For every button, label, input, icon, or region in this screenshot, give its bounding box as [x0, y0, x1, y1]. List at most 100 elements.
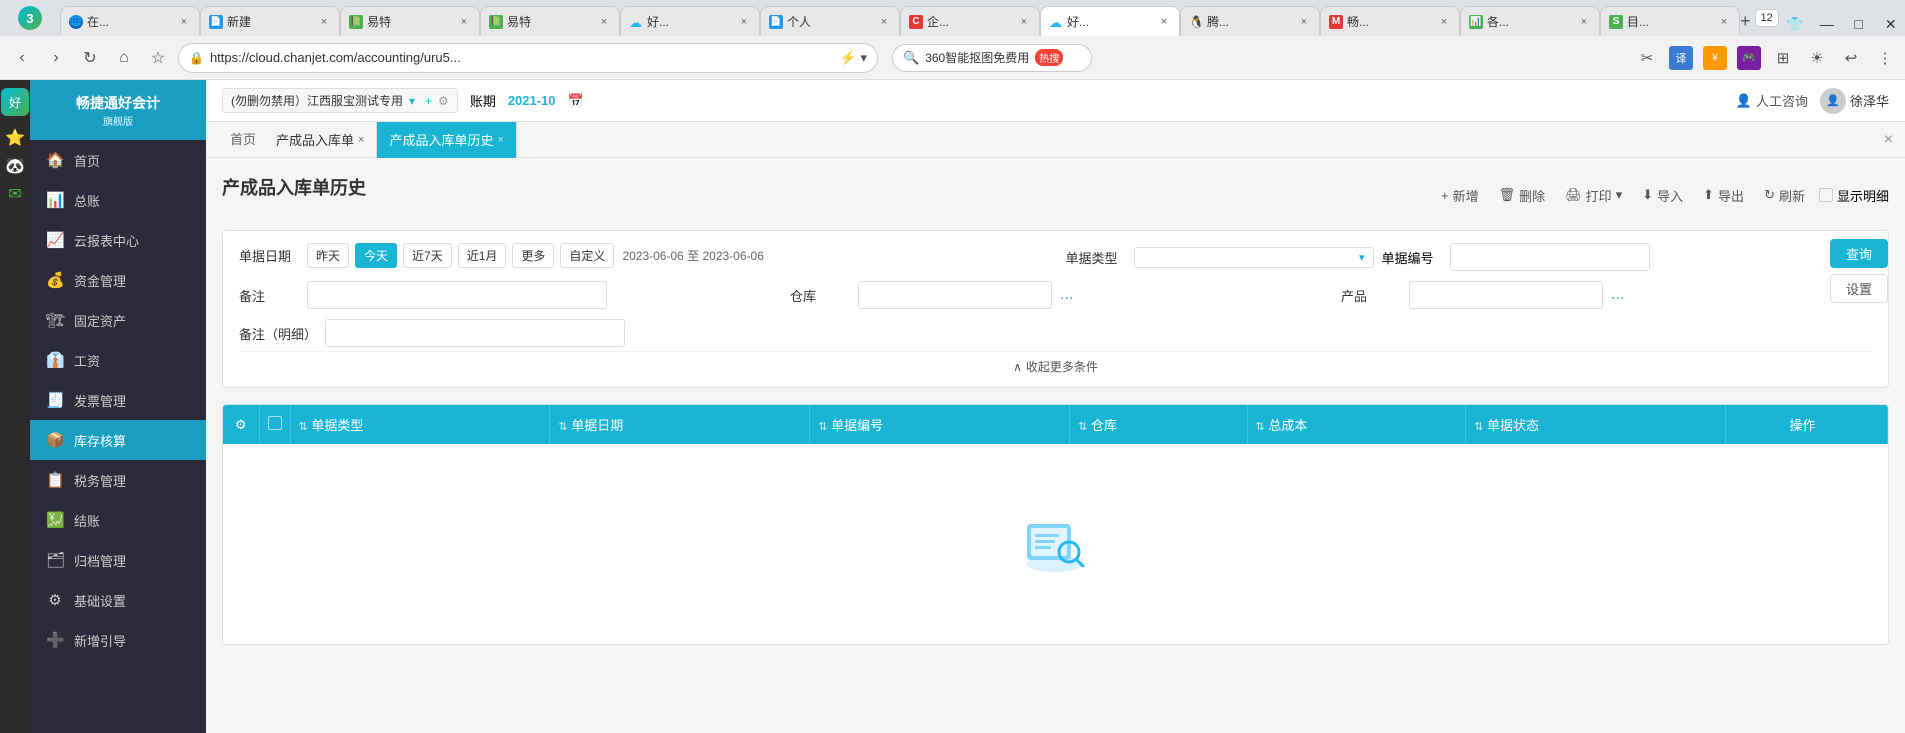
th-date[interactable]: ⇅ 单据日期: [550, 405, 810, 444]
settings-icon[interactable]: ⋮: [1873, 46, 1897, 70]
tab-close-t3[interactable]: ×: [457, 15, 471, 29]
th-cost[interactable]: ⇅ 总成本: [1247, 405, 1466, 444]
tab-t4[interactable]: 📗 易特 ×: [480, 6, 620, 36]
note-input[interactable]: [307, 281, 607, 309]
breadcrumb-history-close[interactable]: ×: [497, 134, 503, 146]
tab-t5[interactable]: ☁ 好... ×: [620, 6, 760, 36]
tab-t1[interactable]: 🌐 在... ×: [60, 6, 200, 36]
type-filter-select[interactable]: ▾: [1134, 247, 1374, 268]
tab-t3[interactable]: 📗 易特 ×: [340, 6, 480, 36]
breadcrumb-tab-history[interactable]: 产成品入库单历史 ×: [377, 122, 516, 158]
sidebar-item-archive[interactable]: 🗂 归档管理: [30, 540, 206, 580]
date-btn-1month[interactable]: 近1月: [458, 243, 507, 268]
sidebar-item-inventory[interactable]: 📦 库存核算: [30, 420, 206, 460]
sidebar-item-new[interactable]: ➕ 新增引导: [30, 620, 206, 660]
import-button[interactable]: ⬇ 导入: [1636, 182, 1689, 209]
th-status[interactable]: ⇅ 单据状态: [1466, 405, 1726, 444]
warehouse-dots[interactable]: ...: [1060, 286, 1073, 304]
date-btn-more[interactable]: 更多: [512, 243, 554, 268]
sidebar-item-ledger[interactable]: 📊 总账: [30, 180, 206, 220]
sidebar-item-settle[interactable]: 💹 结账: [30, 500, 206, 540]
customer-service-button[interactable]: 👤 人工咨询: [1736, 91, 1808, 110]
translate-icon[interactable]: 译: [1669, 46, 1693, 70]
th-type[interactable]: ⇅ 单据类型: [290, 405, 550, 444]
refresh-button[interactable]: ↻: [76, 44, 104, 72]
tab-t8[interactable]: ☁ 好... ×: [1040, 6, 1180, 36]
tab-close-t9[interactable]: ×: [1297, 15, 1311, 29]
breadcrumb-home[interactable]: 首页: [222, 122, 264, 158]
close-panel-button[interactable]: ×: [1872, 131, 1905, 149]
url-bar[interactable]: 🔒 https://cloud.chanjet.com/accounting/u…: [178, 43, 878, 73]
search-bar-360[interactable]: 🔍 360智能抠图免费用 热搜: [892, 44, 1092, 72]
sidebar-item-tax[interactable]: 📋 税务管理: [30, 460, 206, 500]
export-button[interactable]: ⬆ 导出: [1697, 182, 1750, 209]
tab-t9[interactable]: 🐧 腾... ×: [1180, 6, 1320, 36]
sidebar-item-report[interactable]: 📈 云报表中心: [30, 220, 206, 260]
warehouse-input[interactable]: [858, 281, 1052, 309]
tab-t7[interactable]: C 企... ×: [900, 6, 1040, 36]
sidebar-item-home[interactable]: 🏠 首页: [30, 140, 206, 180]
extensions-icon[interactable]: ⚡: [840, 50, 856, 66]
theme-icon[interactable]: ☀: [1805, 46, 1829, 70]
product-dots[interactable]: ...: [1611, 286, 1624, 304]
tab-close-t6[interactable]: ×: [877, 15, 891, 29]
sidebar-item-basic[interactable]: ⚙ 基础设置: [30, 580, 206, 620]
tab-t2[interactable]: 📄 新建 ×: [200, 6, 340, 36]
close-button[interactable]: ✕: [1879, 12, 1903, 36]
th-no[interactable]: ⇅ 单据编号: [810, 405, 1070, 444]
tab-close-t5[interactable]: ×: [737, 15, 751, 29]
settings-company-icon[interactable]: ⚙: [438, 94, 449, 108]
sidebar-item-payroll[interactable]: 👔 工资: [30, 340, 206, 380]
filter-settings-button[interactable]: 设置: [1830, 274, 1888, 303]
sidebar-item-asset[interactable]: 🏗 固定资产: [30, 300, 206, 340]
date-btn-7days[interactable]: 近7天: [403, 243, 452, 268]
company-select[interactable]: (勿删勿禁用）江西服宝测试专用 ▾ + ⚙: [222, 88, 458, 113]
collapse-button[interactable]: ∧ 收起更多条件: [239, 351, 1872, 375]
add-company-icon[interactable]: +: [425, 94, 432, 108]
yuan-icon[interactable]: ¥: [1703, 46, 1727, 70]
tab-close-t7[interactable]: ×: [1017, 15, 1031, 29]
home-button[interactable]: ⌂: [110, 44, 138, 72]
tab-close-t12[interactable]: ×: [1717, 15, 1731, 29]
game-icon[interactable]: 🎮: [1737, 46, 1761, 70]
tab-close-t1[interactable]: ×: [177, 15, 191, 29]
breadcrumb-list-close[interactable]: ×: [358, 134, 364, 146]
sidebar-item-fund[interactable]: 💰 资金管理: [30, 260, 206, 300]
add-button[interactable]: + 新增: [1435, 182, 1485, 209]
calendar-icon[interactable]: 📅: [568, 93, 584, 109]
tab-close-t10[interactable]: ×: [1437, 15, 1451, 29]
note-detail-input[interactable]: [325, 319, 625, 347]
breadcrumb-tab-list[interactable]: 产成品入库单 ×: [264, 122, 377, 158]
tab-close-t11[interactable]: ×: [1577, 15, 1591, 29]
forward-button[interactable]: ›: [42, 44, 70, 72]
tab-t10[interactable]: M 畅... ×: [1320, 6, 1460, 36]
back-button[interactable]: ‹: [8, 44, 36, 72]
product-input[interactable]: [1409, 281, 1603, 309]
delete-button[interactable]: 🗑 删除: [1493, 182, 1552, 209]
tab-close-t2[interactable]: ×: [317, 15, 331, 29]
refresh-button[interactable]: ↻ 刷新: [1758, 182, 1811, 209]
print-button[interactable]: 🖨 打印 ▾: [1559, 182, 1628, 209]
th-checkbox[interactable]: [259, 405, 290, 444]
th-gear[interactable]: ⚙: [223, 405, 259, 444]
tab-close-t8[interactable]: ×: [1157, 15, 1171, 29]
tab-t11[interactable]: 📊 各... ×: [1460, 6, 1600, 36]
show-cols-checkbox[interactable]: [1819, 188, 1833, 202]
grid-icon[interactable]: ⊞: [1771, 46, 1795, 70]
sidebar-item-invoice[interactable]: 🧾 发票管理: [30, 380, 206, 420]
shirt-icon[interactable]: 👕: [1783, 12, 1807, 36]
scissors-icon[interactable]: ✂: [1635, 46, 1659, 70]
history-back-icon[interactable]: ↩: [1839, 46, 1863, 70]
tab-close-t4[interactable]: ×: [597, 15, 611, 29]
new-tab-button[interactable]: +: [1740, 6, 1751, 36]
date-btn-custom[interactable]: 自定义: [560, 243, 614, 268]
date-btn-yesterday[interactable]: 昨天: [307, 243, 349, 268]
bookmark-button[interactable]: ☆: [144, 44, 172, 72]
maximize-button[interactable]: □: [1847, 12, 1871, 36]
voucher-no-input[interactable]: [1450, 243, 1650, 271]
select-all-checkbox[interactable]: [268, 416, 282, 430]
user-profile-button[interactable]: 👤 徐泽华: [1820, 88, 1889, 114]
app-sidebar-icon-star[interactable]: ⭐: [5, 128, 25, 148]
dropdown-icon[interactable]: ▾: [860, 50, 867, 66]
minimize-button[interactable]: —: [1815, 12, 1839, 36]
